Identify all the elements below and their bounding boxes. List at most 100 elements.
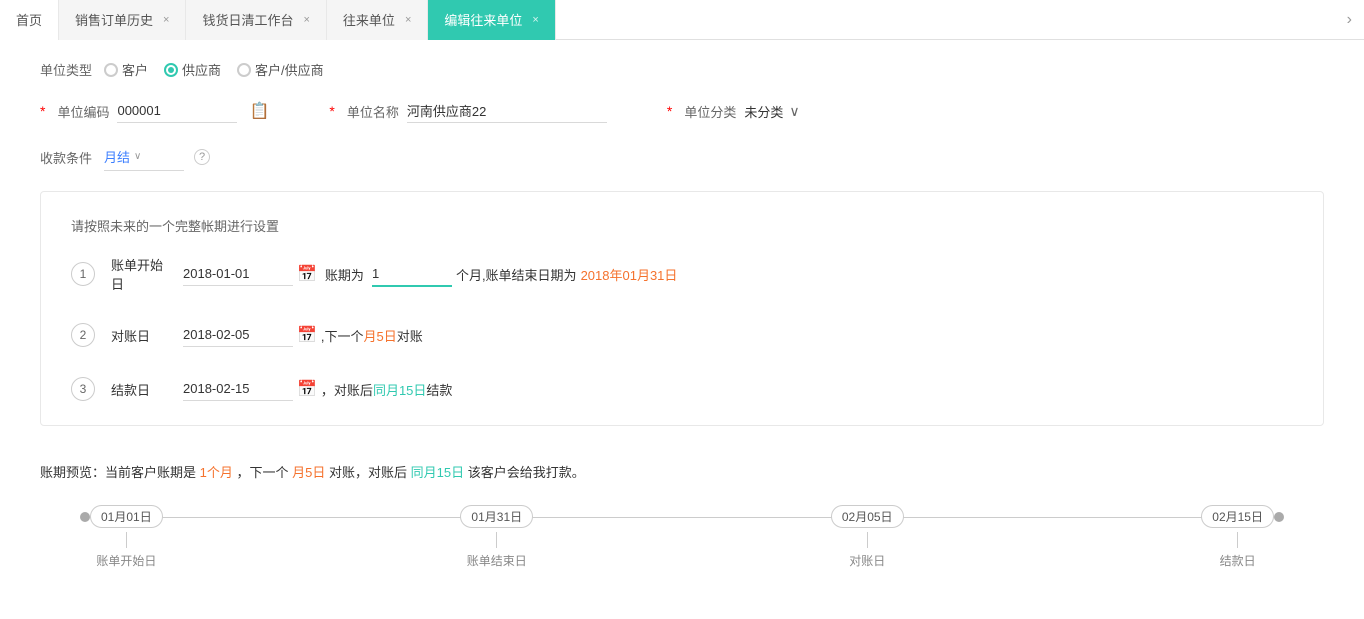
setting-row-3: 3 结款日 📅 ，对账后 同月15日 结款 (71, 377, 1293, 401)
preview-green: 同月15日 (411, 465, 464, 480)
preview-mid-2: 对账，对账后 (329, 465, 407, 480)
radio-both[interactable]: 客户/供应商 (237, 60, 324, 79)
settlement-label: 结款日 (111, 380, 171, 399)
settlement-desc-prefix: ，对账后 (321, 380, 373, 399)
timeline-points: 01月01日 账单开始日 01月31日 账单结束日 02月05日 对账日 (80, 505, 1284, 569)
main-content: 单位类型 客户 供应商 客户/供应商 * 单位编码 📋 * (0, 40, 1364, 619)
tab-daily-work[interactable]: 钱货日清工作台 × (186, 0, 326, 40)
tab-daily-work-label: 钱货日清工作台 (202, 10, 293, 29)
timeline-label-3: 对账日 (849, 552, 885, 569)
unit-category-dropdown[interactable]: 未分类 ∨ (744, 102, 799, 121)
tab-edit-contact-close[interactable]: × (532, 14, 538, 26)
unit-name-input[interactable] (407, 99, 607, 123)
chevron-down-icon: ∨ (789, 103, 799, 120)
timeline-label-4: 结款日 (1220, 552, 1256, 569)
account-start-cal-icon[interactable]: 📅 (297, 264, 317, 284)
timeline-point-4: 02月15日 结款日 (1201, 505, 1274, 569)
tab-edit-contact[interactable]: 编辑往来单位 × (428, 0, 555, 40)
reconcile-date-input[interactable] (183, 323, 293, 347)
radio-both-label: 客户/供应商 (255, 60, 324, 79)
tab-daily-work-close[interactable]: × (303, 14, 309, 26)
tab-contacts[interactable]: 往来单位 × (327, 0, 428, 40)
payment-value: 月结 (104, 147, 130, 166)
timeline-point-2: 01月31日 账单结束日 (460, 505, 533, 569)
period-suffix-label: 个月,账单结束日期为 (456, 265, 577, 284)
preview-mid-1: ，下一个 (237, 465, 289, 480)
settlement-date-input[interactable] (183, 377, 293, 401)
tab-edit-contact-label: 编辑往来单位 (444, 10, 522, 29)
preview-suffix: 该客户会给我打款。 (468, 465, 585, 480)
setting-row-2: 2 对账日 📅 ,下一个 月5日 对账 (71, 323, 1293, 347)
unit-category-group: * 单位分类 未分类 ∨ (667, 102, 800, 121)
radio-customer[interactable]: 客户 (104, 60, 148, 79)
timeline-vert-1 (126, 532, 127, 548)
radio-customer-label: 客户 (122, 60, 148, 79)
timeline-label-2: 账单结束日 (467, 552, 527, 569)
reconcile-orange-text: 月5日 (364, 326, 397, 345)
reconcile-label: 对账日 (111, 326, 171, 345)
preview-orange-1: 1个月 (200, 465, 233, 480)
settings-panel: 请按照未来的一个完整帐期进行设置 1 账单开始日 📅 账期为 个月,账单结束日期… (40, 191, 1324, 426)
payment-label: 收款条件 (40, 148, 92, 167)
unit-type-radio-group: 客户 供应商 客户/供应商 (104, 60, 324, 79)
row-num-2: 2 (71, 323, 95, 347)
radio-supplier-circle (164, 63, 178, 77)
reconcile-desc-prefix: ,下一个 (321, 326, 364, 345)
unit-code-group: * 单位编码 📋 (40, 99, 269, 123)
preview-orange-2: 月5日 (292, 465, 325, 480)
timeline-badge-2: 01月31日 (460, 505, 533, 528)
account-start-label: 账单开始日 (111, 255, 171, 293)
reconcile-desc-suffix: 对账 (397, 326, 423, 345)
timeline-wrapper: 01月01日 账单开始日 01月31日 账单结束日 02月05日 对账日 (40, 505, 1324, 599)
account-start-date-input[interactable] (183, 262, 293, 286)
tab-sales-history-label: 销售订单历史 (75, 10, 153, 29)
timeline-vert-2 (496, 532, 497, 548)
radio-customer-circle (104, 63, 118, 77)
unit-type-label: 单位类型 (40, 60, 92, 79)
period-end-date: 2018年01月31日 (581, 265, 678, 284)
preview-section: 账期预览：当前客户账期是 1个月 ，下一个 月5日 对账，对账后 同月15日 该… (40, 446, 1324, 599)
timeline-badge-1: 01月01日 (90, 505, 163, 528)
unit-code-input[interactable] (117, 99, 237, 123)
timeline-vert-4 (1237, 532, 1238, 548)
payment-dropdown[interactable]: 月结 ∨ (104, 143, 184, 171)
preview-text: 账期预览：当前客户账期是 1个月 ，下一个 月5日 对账，对账后 同月15日 该… (40, 462, 1324, 481)
unit-name-group: * 单位名称 (329, 99, 606, 123)
unit-name-star: * (329, 103, 334, 119)
row-num-1: 1 (71, 262, 95, 286)
reconcile-cal-icon[interactable]: 📅 (297, 325, 317, 345)
timeline-point-3: 02月05日 对账日 (831, 505, 904, 569)
unit-category-value: 未分类 (744, 102, 783, 121)
tab-contacts-label: 往来单位 (343, 10, 395, 29)
unit-category-label: 单位分类 (684, 102, 736, 121)
unit-code-star: * (40, 103, 45, 119)
tab-sales-history[interactable]: 销售订单历史 × (59, 0, 186, 40)
radio-supplier-label: 供应商 (182, 60, 221, 79)
period-prefix-label: 账期为 (325, 265, 364, 284)
settlement-cal-icon[interactable]: 📅 (297, 379, 317, 399)
timeline-point-1: 01月01日 账单开始日 (90, 505, 163, 569)
payment-dropdown-arrow: ∨ (134, 151, 141, 162)
tab-homepage[interactable]: 首页 (0, 0, 59, 40)
settlement-green-text: 同月15日 (373, 380, 426, 399)
timeline-label-1: 账单开始日 (96, 552, 156, 569)
unit-code-label: 单位编码 (57, 102, 109, 121)
tab-sales-history-close[interactable]: × (163, 14, 169, 26)
settlement-desc-suffix: 结款 (426, 380, 452, 399)
unit-name-label: 单位名称 (347, 102, 399, 121)
radio-supplier[interactable]: 供应商 (164, 60, 221, 79)
panel-title: 请按照未来的一个完整帐期进行设置 (71, 216, 1293, 235)
unit-category-star: * (667, 103, 672, 119)
tab-contacts-close[interactable]: × (405, 14, 411, 26)
help-icon[interactable]: ? (194, 149, 210, 165)
period-value-input[interactable] (372, 262, 452, 287)
unit-type-row: 单位类型 客户 供应商 客户/供应商 (40, 60, 1324, 79)
unit-info-row: * 单位编码 📋 * 单位名称 * 单位分类 未分类 ∨ (40, 99, 1324, 123)
payment-row: 收款条件 月结 ∨ ? (40, 143, 1324, 171)
timeline-vert-3 (867, 532, 868, 548)
tab-more-button[interactable]: › (1335, 11, 1364, 29)
unit-code-icon[interactable]: 📋 (249, 101, 269, 121)
timeline-badge-3: 02月05日 (831, 505, 904, 528)
timeline-badge-4: 02月15日 (1201, 505, 1274, 528)
tab-homepage-label: 首页 (16, 10, 42, 29)
